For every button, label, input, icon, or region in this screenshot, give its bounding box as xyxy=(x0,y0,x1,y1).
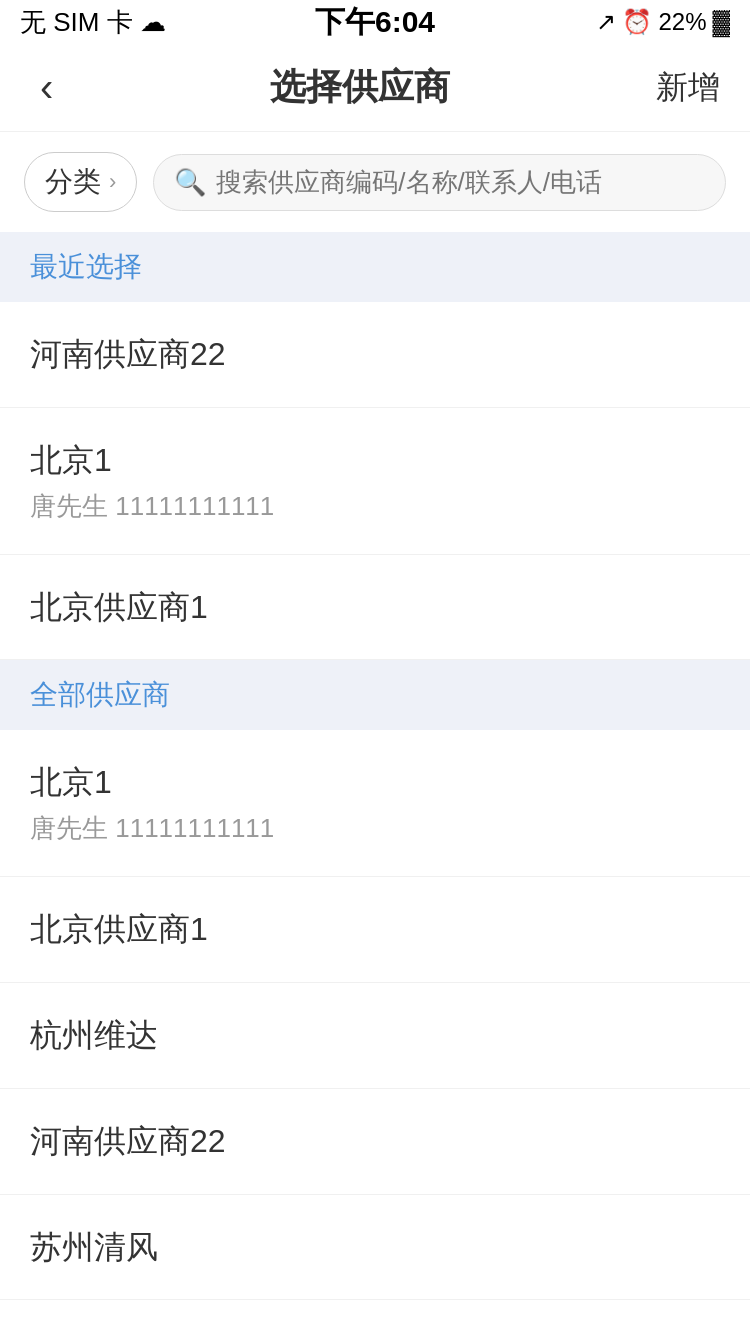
search-box: 🔍 xyxy=(153,154,726,211)
nav-bar: ‹ 选择供应商 新增 xyxy=(0,44,750,132)
alarm-icon: ⏰ xyxy=(622,8,652,36)
item-name: 苏州清风 xyxy=(30,1225,720,1270)
item-name: 北京供应商1 xyxy=(30,907,720,952)
item-name: 北京供应商1 xyxy=(30,585,720,630)
chevron-icon: › xyxy=(109,169,116,195)
all-section-header: 全部供应商 xyxy=(0,660,750,730)
all-list: 北京1 唐先生 11111111111 北京供应商1 杭州维达河南供应商22 苏州清风 xyxy=(0,730,750,1300)
filter-bar: 分类 › 🔍 xyxy=(0,132,750,232)
battery-icon: ▓ xyxy=(713,8,731,36)
list-item[interactable]: 苏州清风 xyxy=(0,1195,750,1301)
category-filter-button[interactable]: 分类 › xyxy=(24,152,137,212)
category-label: 分类 xyxy=(45,163,101,201)
item-contact: 唐先生 11111111111 xyxy=(30,811,720,846)
status-left: 无 SIM 卡 ☁ xyxy=(20,5,166,40)
all-section-label: 全部供应商 xyxy=(30,679,170,710)
recent-section-header: 最近选择 xyxy=(0,232,750,302)
list-item[interactable]: 北京供应商1 xyxy=(0,555,750,661)
item-name: 北京1 xyxy=(30,760,720,805)
no-sim-text: 无 SIM 卡 ☁ xyxy=(20,5,166,40)
search-input[interactable] xyxy=(216,167,705,198)
status-time: 下午6:04 xyxy=(315,2,435,43)
item-name: 杭州维达 xyxy=(30,1013,720,1058)
list-item[interactable]: 北京1 唐先生 11111111111 xyxy=(0,408,750,555)
location-icon: ↗ xyxy=(596,8,616,36)
item-contact: 唐先生 11111111111 xyxy=(30,489,720,524)
list-item[interactable]: 北京1 唐先生 11111111111 xyxy=(0,730,750,877)
status-right: ↗ ⏰ 22% ▓ xyxy=(596,8,730,36)
battery-text: 22% xyxy=(658,8,706,36)
list-item[interactable]: 杭州维达 xyxy=(0,983,750,1089)
recent-list: 河南供应商22 北京1 唐先生 11111111111 北京供应商1 xyxy=(0,302,750,660)
nav-title: 选择供应商 xyxy=(270,63,450,112)
search-icon: 🔍 xyxy=(174,167,206,198)
add-button[interactable]: 新增 xyxy=(656,66,720,110)
item-name: 北京1 xyxy=(30,438,720,483)
list-item[interactable]: 河南供应商22 xyxy=(0,302,750,408)
back-button[interactable]: ‹ xyxy=(30,55,63,120)
list-item[interactable]: 河南供应商22 xyxy=(0,1089,750,1195)
list-item[interactable]: 北京供应商1 xyxy=(0,877,750,983)
recent-section-label: 最近选择 xyxy=(30,251,142,282)
item-name: 河南供应商22 xyxy=(30,1119,720,1164)
status-bar: 无 SIM 卡 ☁ 下午6:04 ↗ ⏰ 22% ▓ xyxy=(0,0,750,44)
item-name: 河南供应商22 xyxy=(30,332,720,377)
